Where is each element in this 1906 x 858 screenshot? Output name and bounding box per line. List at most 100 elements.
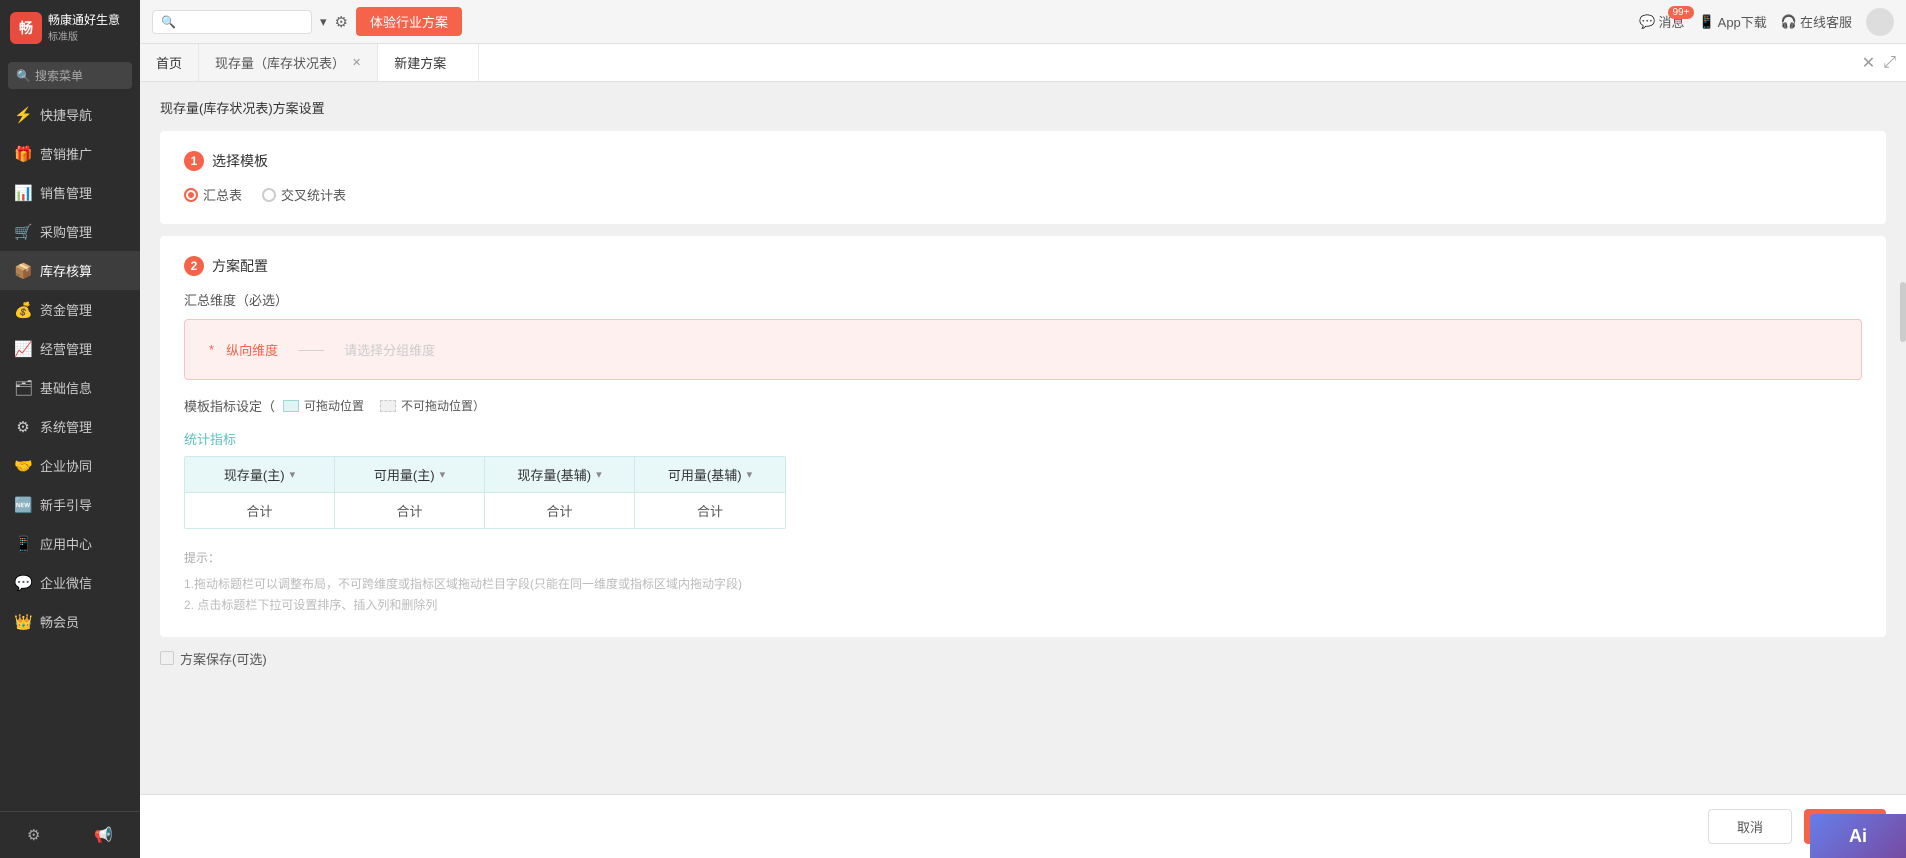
gear-icon[interactable]: ⚙ <box>335 13 348 31</box>
metrics-header-2[interactable]: 现存量(基辅) ▾ <box>485 457 634 493</box>
tip-1-text: 2. 点击标题栏下拉可设置排序、插入列和删除列 <box>184 595 437 617</box>
chevron-down-icon: ▾ <box>320 14 327 30</box>
sidebar-item-basic[interactable]: 🗂 基础信息 <box>0 368 140 407</box>
sidebar-logo: 畅 畅康通好生意 标准版 <box>0 0 140 56</box>
step2-badge: 2 <box>184 256 204 276</box>
metrics-body-1: 合计 <box>335 493 484 528</box>
step2-card: 2 方案配置 汇总维度（必选） * 纵向维度 —— 请选择分组维度 模板指标设定… <box>160 236 1886 637</box>
dimension-box[interactable]: * 纵向维度 —— 请选择分组维度 <box>184 319 1862 380</box>
sidebar-item-wechat[interactable]: 💬 企业微信 <box>0 563 140 602</box>
sidebar-nav: ⚡ 快捷导航 🎁 营销推广 📊 销售管理 🛒 采购管理 📦 库存核算 💰 资金管… <box>0 95 140 811</box>
tab-home-label: 首页 <box>156 53 182 72</box>
guide-icon: 🆕 <box>14 496 32 514</box>
tab-new-scheme-close[interactable]: ✕ <box>453 56 462 69</box>
sidebar-item-purchase[interactable]: 🛒 采购管理 <box>0 212 140 251</box>
legend-draggable: 可拖动位置 <box>283 397 364 414</box>
logo-icon: 畅 <box>10 12 42 44</box>
user-avatar[interactable] <box>1866 8 1894 36</box>
sidebar-item-inventory[interactable]: 📦 库存核算 <box>0 251 140 290</box>
trial-industry-button[interactable]: 体验行业方案 <box>356 7 462 36</box>
metrics-body-col-0: 合计 <box>185 493 335 528</box>
sidebar-search-label: 搜索菜单 <box>35 67 83 84</box>
operations-icon: 📈 <box>14 340 32 358</box>
download-icon: 📱 <box>1698 14 1714 30</box>
tab-new-scheme-label: 新建方案 <box>394 53 446 72</box>
stats-label: 统计指标 <box>184 429 1862 448</box>
sidebar-item-guide[interactable]: 🆕 新手引导 <box>0 485 140 524</box>
sidebar-item-corp[interactable]: 🤝 企业协同 <box>0 446 140 485</box>
sidebar-item-label: 经营管理 <box>40 339 92 358</box>
page-title: 现存量(库存状况表)方案设置 <box>160 98 1886 117</box>
tab-home[interactable]: 首页 <box>140 44 199 81</box>
topbar-search-input[interactable] <box>180 15 280 29</box>
step1-title: 选择模板 <box>212 151 268 171</box>
corp-icon: 🤝 <box>14 457 32 475</box>
topbar-left: 🔍 ▾ ⚙ 体验行业方案 <box>152 7 1631 36</box>
ai-button[interactable]: Ai <box>1810 814 1906 858</box>
sidebar-item-label: 企业协同 <box>40 456 92 475</box>
step2-title: 方案配置 <box>212 256 268 276</box>
metrics-body-0: 合计 <box>185 493 334 528</box>
wechat-icon: 💬 <box>14 574 32 592</box>
dimension-section-label: 汇总维度（必选） <box>184 290 1862 309</box>
sidebar-item-label: 资金管理 <box>40 300 92 319</box>
metrics-header-3[interactable]: 可用量(基辅) ▾ <box>635 457 785 493</box>
step1-header: 1 选择模板 <box>184 151 1862 171</box>
app-download-label: App下载 <box>1718 12 1767 31</box>
sidebar-item-system[interactable]: ⚙ 系统管理 <box>0 407 140 446</box>
sidebar-search[interactable]: 🔍 搜索菜单 <box>8 62 132 89</box>
sidebar-item-sales[interactable]: 📊 销售管理 <box>0 173 140 212</box>
tab-inventory-status[interactable]: 现存量（库存状况表） ✕ <box>199 44 378 81</box>
metrics-header-label-3: 可用量(基辅) <box>668 465 742 484</box>
sidebar-item-finance[interactable]: 💰 资金管理 <box>0 290 140 329</box>
sidebar-item-marketing[interactable]: 🎁 营销推广 <box>0 134 140 173</box>
basic-icon: 🗂 <box>14 379 32 397</box>
content-area: 现存量(库存状况表)方案设置 1 选择模板 汇总表 交叉统计表 2 <box>140 82 1906 794</box>
tip-1: 2. 点击标题栏下拉可设置排序、插入列和删除列 <box>184 595 1862 617</box>
sidebar-item-quick-nav[interactable]: ⚡ 快捷导航 <box>0 95 140 134</box>
tab-inventory-status-label: 现存量（库存状况表） <box>215 53 345 72</box>
sidebar-item-operations[interactable]: 📈 经营管理 <box>0 329 140 368</box>
topbar-dropdown[interactable]: ▾ <box>320 14 327 30</box>
radio-cross-circle <box>262 188 276 202</box>
scroll-thumb[interactable] <box>1900 282 1906 342</box>
speaker-icon[interactable]: 📢 <box>86 822 121 848</box>
metrics-header-label-0: 现存量(主) <box>224 465 285 484</box>
settings-icon[interactable]: ⚙ <box>19 822 48 848</box>
topbar-search-icon: 🔍 <box>161 15 176 29</box>
tab-expand-icon[interactable]: ⤢ <box>1883 54 1896 72</box>
message-button[interactable]: 💬 消息 99+ <box>1639 12 1684 31</box>
sidebar-item-member[interactable]: 👑 畅会员 <box>0 602 140 641</box>
metrics-col-3: 可用量(基辅) ▾ <box>635 457 785 493</box>
sidebar: 畅 畅康通好生意 标准版 🔍 搜索菜单 ⚡ 快捷导航 🎁 营销推广 📊 销售管理… <box>0 0 140 858</box>
tab-inventory-status-close[interactable]: ✕ <box>352 56 361 69</box>
radio-summary[interactable]: 汇总表 <box>184 185 242 204</box>
radio-cross[interactable]: 交叉统计表 <box>262 185 346 204</box>
sidebar-item-apps[interactable]: 📱 应用中心 <box>0 524 140 563</box>
step2-header: 2 方案配置 <box>184 256 1862 276</box>
topbar-searchbox[interactable]: 🔍 <box>152 10 312 34</box>
search-icon: 🔍 <box>16 69 31 83</box>
marketing-icon: 🎁 <box>14 145 32 163</box>
metrics-header-1[interactable]: 可用量(主) ▾ <box>335 457 484 493</box>
save-checkbox[interactable] <box>160 651 174 665</box>
indicator-setting: 模板指标设定（ 可拖动位置 不可拖动位置） <box>184 396 1862 415</box>
required-star: * <box>209 342 214 357</box>
apps-icon: 📱 <box>14 535 32 553</box>
save-label: 方案保存(可选) <box>180 649 267 668</box>
tab-close-icon[interactable]: ✕ <box>1862 53 1875 73</box>
metrics-col-2: 现存量(基辅) ▾ <box>485 457 635 493</box>
tab-new-scheme[interactable]: 新建方案 ✕ <box>378 44 479 81</box>
sidebar-item-label: 基础信息 <box>40 378 92 397</box>
app-download-button[interactable]: 📱 App下载 <box>1698 12 1766 31</box>
sidebar-item-label: 库存核算 <box>40 261 92 280</box>
cancel-button[interactable]: 取消 <box>1708 809 1792 844</box>
tip-0-text: 1.拖动标题栏可以调整布局，不可跨维度或指标区域拖动栏目字段(只能在同一维度或指… <box>184 574 742 596</box>
headset-icon: 🎧 <box>1781 14 1797 30</box>
metrics-header-0[interactable]: 现存量(主) ▾ <box>185 457 334 493</box>
metrics-body-col-1: 合计 <box>335 493 485 528</box>
legend-draggable-label: 可拖动位置 <box>304 397 364 414</box>
online-service-button[interactable]: 🎧 在线客服 <box>1781 12 1852 31</box>
template-radio-group: 汇总表 交叉统计表 <box>184 185 1862 204</box>
purchase-icon: 🛒 <box>14 223 32 241</box>
